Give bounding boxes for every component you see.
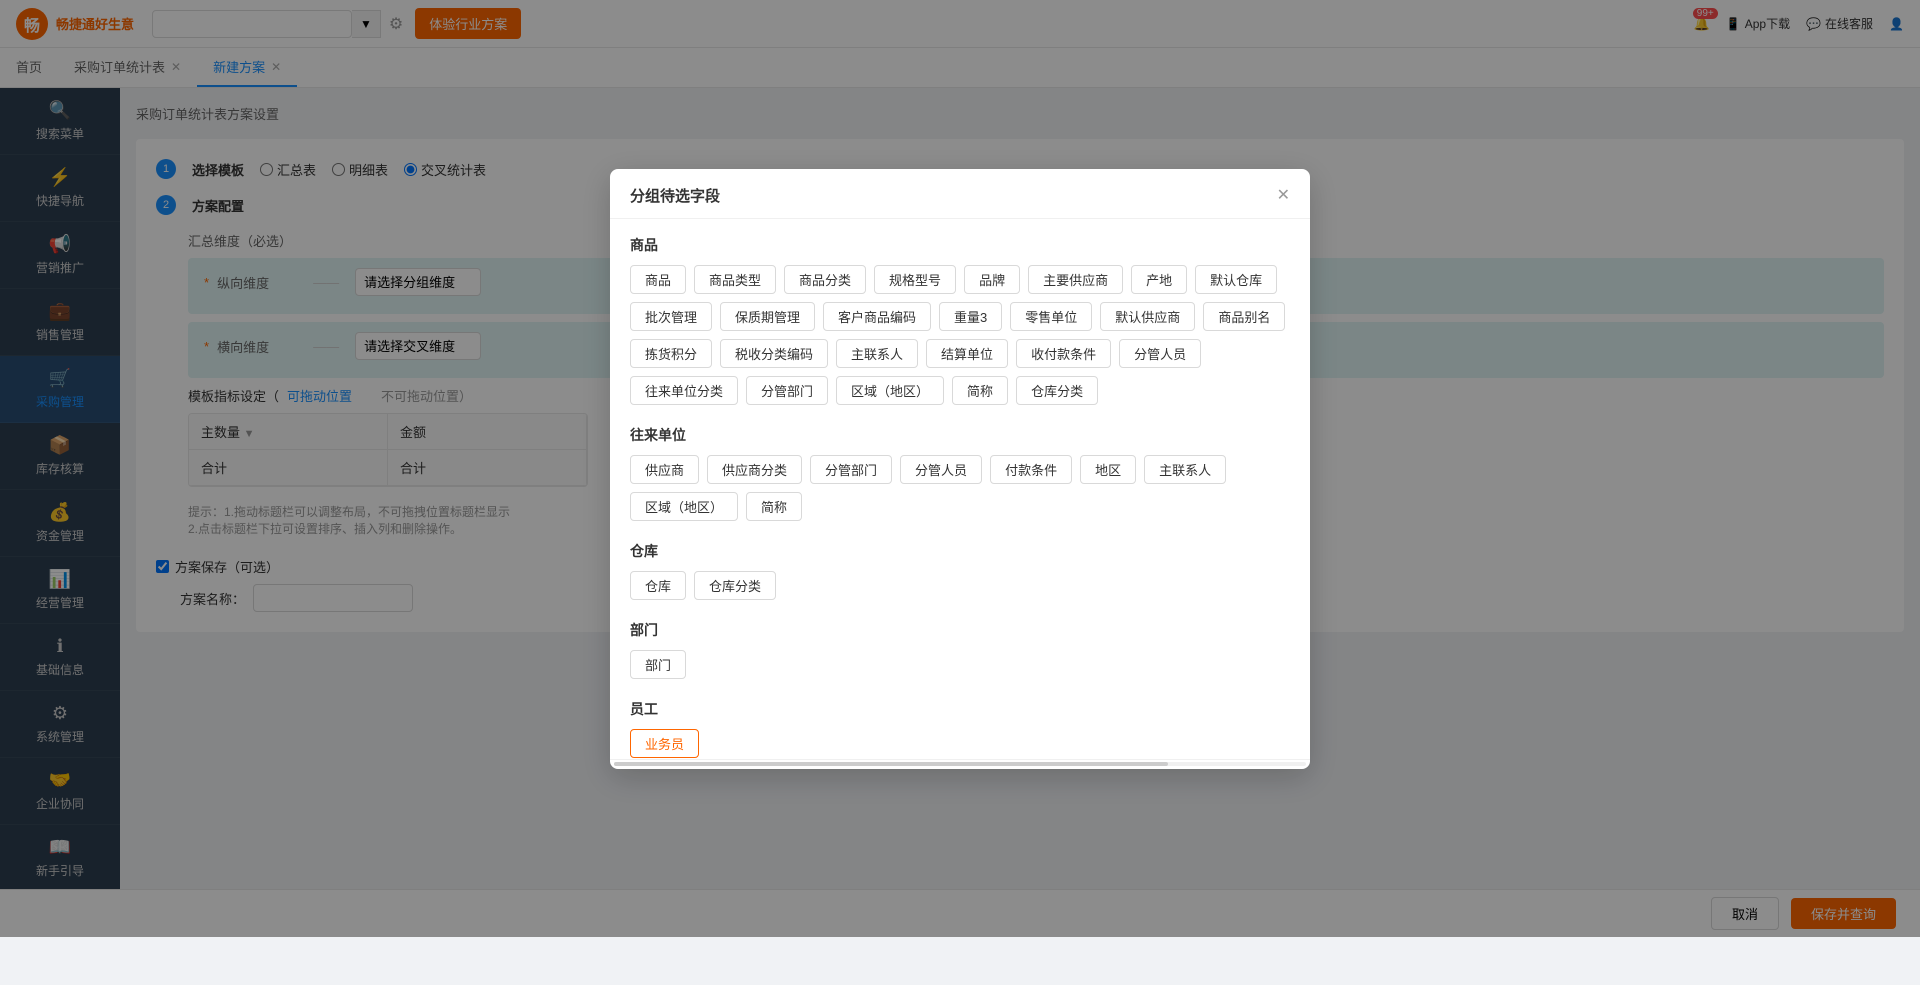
tag-partner-7[interactable]: 区域（地区） (630, 492, 738, 521)
tag-partner-5[interactable]: 地区 (1080, 455, 1136, 484)
tag-product-7[interactable]: 默认仓库 (1195, 265, 1277, 294)
tag-partner-2[interactable]: 分管部门 (810, 455, 892, 484)
section-warehouse-title: 仓库 (630, 541, 1290, 561)
modal-header: 分组待选字段 ✕ (610, 169, 1310, 219)
tag-product-10[interactable]: 客户商品编码 (823, 302, 931, 331)
tag-partner-0[interactable]: 供应商 (630, 455, 699, 484)
tag-product-2[interactable]: 商品分类 (784, 265, 866, 294)
modal-title: 分组待选字段 (630, 185, 720, 206)
section-employee-title: 员工 (630, 699, 1290, 719)
tag-product-12[interactable]: 零售单位 (1010, 302, 1092, 331)
tag-product-17[interactable]: 主联系人 (836, 339, 918, 368)
section-department-tags: 部门 (630, 650, 1290, 679)
tag-product-8[interactable]: 批次管理 (630, 302, 712, 331)
section-employee-tags: 业务员 (630, 729, 1290, 758)
tag-product-16[interactable]: 税收分类编码 (720, 339, 828, 368)
section-partner-title: 往来单位 (630, 425, 1290, 445)
tag-warehouse-0[interactable]: 仓库 (630, 571, 686, 600)
section-product-tags: 商品 商品类型 商品分类 规格型号 品牌 主要供应商 产地 默认仓库 批次管理 … (630, 265, 1290, 405)
tag-partner-1[interactable]: 供应商分类 (707, 455, 802, 484)
tag-product-3[interactable]: 规格型号 (874, 265, 956, 294)
tag-product-24[interactable]: 简称 (952, 376, 1008, 405)
section-department-title: 部门 (630, 620, 1290, 640)
tag-product-4[interactable]: 品牌 (964, 265, 1020, 294)
tag-product-22[interactable]: 分管部门 (746, 376, 828, 405)
tag-product-0[interactable]: 商品 (630, 265, 686, 294)
modal-hscrollbar (610, 759, 1310, 769)
section-department: 部门 部门 (630, 620, 1290, 679)
tag-product-6[interactable]: 产地 (1131, 265, 1187, 294)
section-warehouse: 仓库 仓库 仓库分类 (630, 541, 1290, 600)
tag-product-15[interactable]: 拣货积分 (630, 339, 712, 368)
tag-employee-0[interactable]: 业务员 (630, 729, 699, 758)
tag-partner-4[interactable]: 付款条件 (990, 455, 1072, 484)
tag-product-11[interactable]: 重量3 (939, 302, 1002, 331)
section-partner: 往来单位 供应商 供应商分类 分管部门 分管人员 付款条件 地区 主联系人 区域… (630, 425, 1290, 521)
tag-department-0[interactable]: 部门 (630, 650, 686, 679)
tag-partner-3[interactable]: 分管人员 (900, 455, 982, 484)
tag-product-9[interactable]: 保质期管理 (720, 302, 815, 331)
tag-product-13[interactable]: 默认供应商 (1100, 302, 1195, 331)
tag-product-14[interactable]: 商品别名 (1203, 302, 1285, 331)
tag-product-20[interactable]: 分管人员 (1119, 339, 1201, 368)
tag-partner-8[interactable]: 简称 (746, 492, 802, 521)
tag-product-5[interactable]: 主要供应商 (1028, 265, 1123, 294)
section-product-title: 商品 (630, 235, 1290, 255)
tag-product-25[interactable]: 仓库分类 (1016, 376, 1098, 405)
section-partner-tags: 供应商 供应商分类 分管部门 分管人员 付款条件 地区 主联系人 区域（地区） … (630, 455, 1290, 521)
tag-product-18[interactable]: 结算单位 (926, 339, 1008, 368)
modal-close-button[interactable]: ✕ (1277, 185, 1290, 205)
tag-product-1[interactable]: 商品类型 (694, 265, 776, 294)
modal-dialog: 分组待选字段 ✕ 商品 商品 商品类型 商品分类 规格型号 品牌 主要供应商 产… (610, 169, 1310, 769)
tag-product-19[interactable]: 收付款条件 (1016, 339, 1111, 368)
tag-product-21[interactable]: 往来单位分类 (630, 376, 738, 405)
section-product: 商品 商品 商品类型 商品分类 规格型号 品牌 主要供应商 产地 默认仓库 批次… (630, 235, 1290, 405)
modal-overlay: 分组待选字段 ✕ 商品 商品 商品类型 商品分类 规格型号 品牌 主要供应商 产… (0, 0, 1920, 937)
tag-product-23[interactable]: 区域（地区） (836, 376, 944, 405)
section-warehouse-tags: 仓库 仓库分类 (630, 571, 1290, 600)
section-employee: 员工 业务员 (630, 699, 1290, 758)
tag-warehouse-1[interactable]: 仓库分类 (694, 571, 776, 600)
tag-partner-6[interactable]: 主联系人 (1144, 455, 1226, 484)
modal-body[interactable]: 商品 商品 商品类型 商品分类 规格型号 品牌 主要供应商 产地 默认仓库 批次… (610, 219, 1310, 759)
